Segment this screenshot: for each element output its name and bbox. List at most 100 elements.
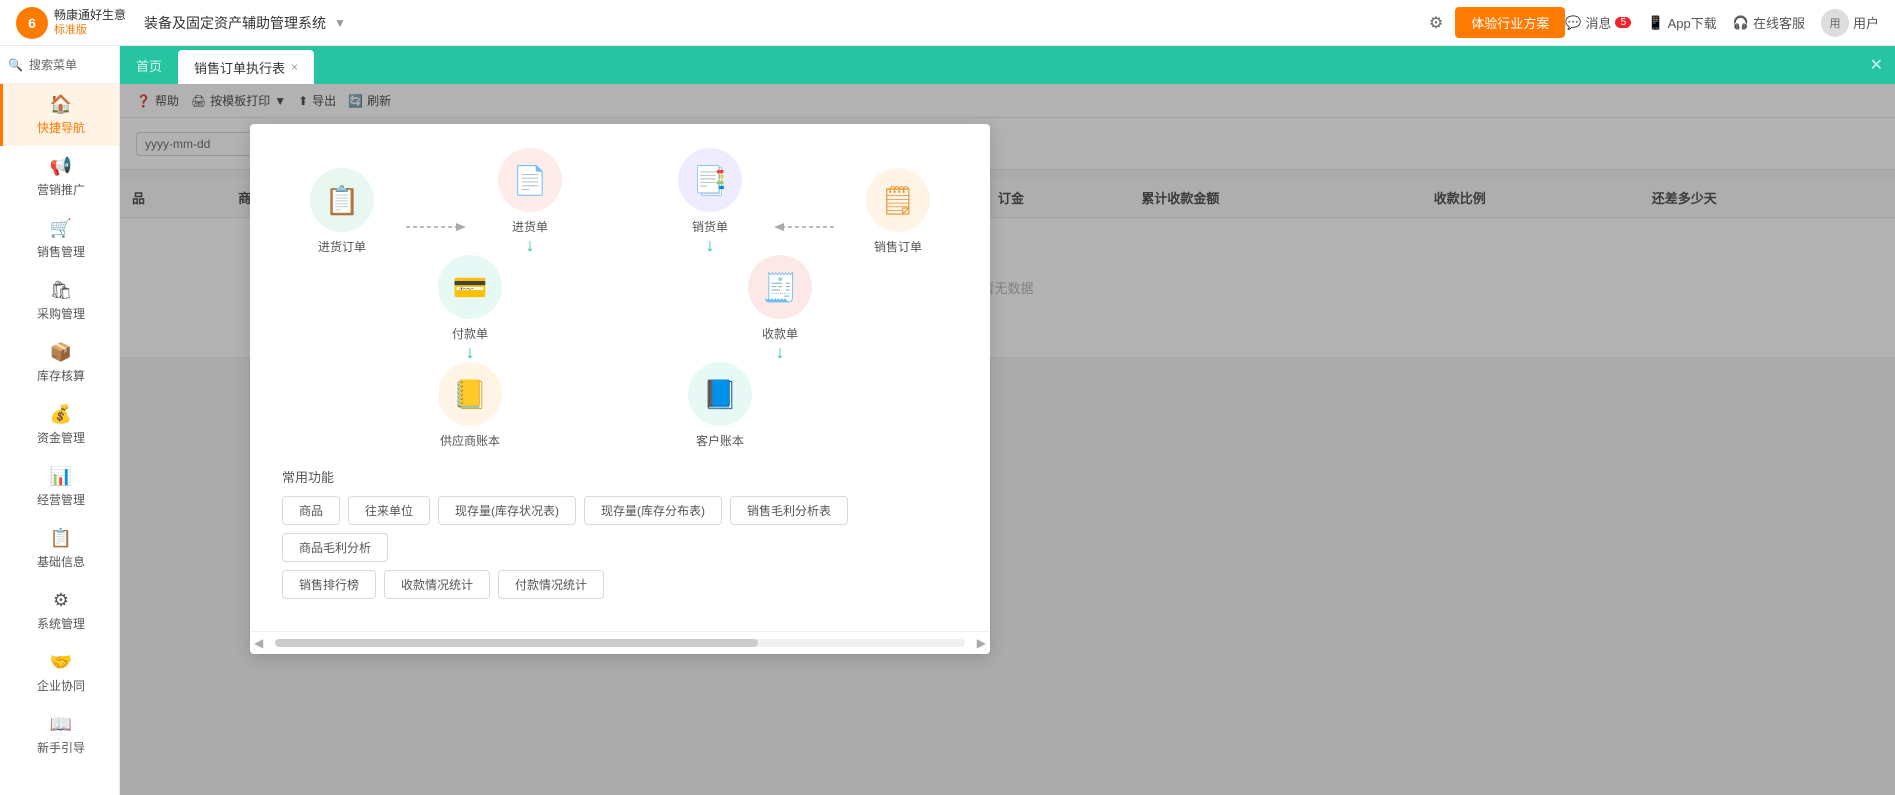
func-btn-receipt-stats[interactable]: 收款情况统计 bbox=[384, 570, 490, 599]
sidebar-item-operations[interactable]: 📊 经营管理 bbox=[0, 456, 119, 518]
content-area: 首页 销售订单执行表 × ✕ ❓ 帮助 🖨 按模板打印 ▼ bbox=[120, 46, 1895, 795]
system-title-arrow[interactable]: ▼ bbox=[334, 16, 346, 30]
tab-bar: 首页 销售订单执行表 × ✕ bbox=[120, 46, 1895, 84]
payment-circle: 💳 bbox=[438, 255, 502, 319]
func-btn-stock-status[interactable]: 现存量(库存状况表) bbox=[438, 496, 576, 525]
arrow-receipt-down: ↓ bbox=[776, 342, 785, 362]
flow-col-purchase-receipt: 📄 进货单 ↓ bbox=[470, 148, 590, 255]
func-btns-row1: 商品 往来单位 现存量(库存状况表) 现存量(库存分布表) 销售毛利分析表 商品… bbox=[282, 496, 958, 562]
flow-node-supplier-ledger[interactable]: 📒 供应商账本 bbox=[410, 362, 530, 449]
func-btn-sales-gross[interactable]: 销售毛利分析表 bbox=[730, 496, 848, 525]
func-btn-stock-distribution[interactable]: 现存量(库存分布表) bbox=[584, 496, 722, 525]
flow-col-payment: 💳 付款单 ↓ bbox=[410, 255, 530, 362]
scroll-left-icon[interactable]: ◀ bbox=[250, 636, 267, 650]
arrow-payment-down: ↓ bbox=[466, 342, 475, 362]
flow-node-purchase-order[interactable]: 📋 进货订单 bbox=[282, 168, 402, 255]
func-btn-product[interactable]: 商品 bbox=[282, 496, 340, 525]
common-funcs-title: 常用功能 bbox=[282, 467, 958, 486]
scroll-right-icon[interactable]: ▶ bbox=[973, 636, 990, 650]
sidebar-item-guide[interactable]: 📖 新手引导 bbox=[0, 704, 119, 766]
close-all-icon[interactable]: ✕ bbox=[1870, 57, 1883, 74]
logo-text: 畅康通好生意 标准版 bbox=[54, 8, 126, 38]
search-icon: 🔍 bbox=[8, 58, 23, 72]
main-layout: 🔍 搜索菜单 🏠 快捷导航 📢 营销推广 🛒 销售管理 🛍 采购管理 📦 库存核… bbox=[0, 46, 1895, 795]
tab-sales-order[interactable]: 销售订单执行表 × bbox=[178, 50, 314, 84]
user-button[interactable]: 用 用户 bbox=[1821, 9, 1879, 37]
customer-ledger-circle: 📘 bbox=[688, 362, 752, 426]
flow-node-receipt[interactable]: 🧾 收款单 bbox=[720, 255, 840, 342]
flow-col-sales-order: 🗒 销售订单 bbox=[838, 168, 958, 255]
modal-content: 📋 进货订单 bbox=[250, 124, 990, 631]
message-label: 消息 bbox=[1585, 13, 1611, 32]
operations-icon: 📊 bbox=[50, 466, 72, 487]
sales-bill-label: 销货单 bbox=[692, 218, 728, 235]
marketing-icon: 📢 bbox=[50, 156, 72, 177]
sidebar-item-basic-info[interactable]: 📋 基础信息 bbox=[0, 518, 119, 580]
sales-icon: 🛒 bbox=[50, 218, 72, 239]
flow-node-sales-order[interactable]: 🗒 销售订单 bbox=[838, 168, 958, 255]
app-icon: 📱 bbox=[1647, 15, 1663, 31]
flow-diagram: 📋 进货订单 bbox=[282, 148, 958, 449]
receipt-circle: 🧾 bbox=[748, 255, 812, 319]
sidebar-item-purchase[interactable]: 🛍 采购管理 bbox=[0, 270, 119, 332]
flow-node-payment[interactable]: 💳 付款单 bbox=[410, 255, 530, 342]
receipt-label: 收款单 bbox=[762, 325, 798, 342]
modal-scrollbar: ◀ ▶ bbox=[250, 631, 990, 654]
func-btns-row2: 销售排行榜 收款情况统计 付款情况统计 bbox=[282, 570, 958, 599]
top-header: 6 畅康通好生意 标准版 装备及固定资产辅助管理系统 ▼ ⚙ 体验行业方案 💬 … bbox=[0, 0, 1895, 46]
sidebar-item-cooperation[interactable]: 🤝 企业协同 bbox=[0, 642, 119, 704]
func-btn-payment-stats[interactable]: 付款情况统计 bbox=[498, 570, 604, 599]
arrow-purchase-receipt-down: ↓ bbox=[526, 235, 535, 255]
logo-icon: 6 bbox=[16, 7, 48, 39]
system-icon: ⚙ bbox=[53, 590, 69, 611]
sidebar-item-marketing[interactable]: 📢 营销推广 bbox=[0, 146, 119, 208]
purchase-order-circle: 📋 bbox=[310, 168, 374, 232]
flow-node-sales-bill[interactable]: 📑 销货单 bbox=[650, 148, 770, 235]
avatar: 用 bbox=[1821, 9, 1849, 37]
logo-area: 6 畅康通好生意 标准版 bbox=[16, 7, 136, 39]
sidebar-item-system[interactable]: ⚙ 系统管理 bbox=[0, 580, 119, 642]
arrow-sales-order-to-bill bbox=[774, 219, 834, 235]
service-icon: 🎧 bbox=[1733, 15, 1749, 31]
settings-icon[interactable]: ⚙ bbox=[1429, 13, 1443, 33]
customer-ledger-label: 客户账本 bbox=[696, 432, 744, 449]
quick-guide-modal: 📋 进货订单 bbox=[250, 124, 990, 654]
payment-label: 付款单 bbox=[452, 325, 488, 342]
funds-icon: 💰 bbox=[50, 404, 72, 425]
sidebar-item-sales[interactable]: 🛒 销售管理 bbox=[0, 208, 119, 270]
scrollbar-track[interactable] bbox=[275, 639, 965, 647]
func-btn-partner[interactable]: 往来单位 bbox=[348, 496, 430, 525]
message-button[interactable]: 💬 消息 5 bbox=[1565, 13, 1631, 32]
online-service-button[interactable]: 🎧 在线客服 bbox=[1733, 13, 1805, 32]
system-title-area: 装备及固定资产辅助管理系统 ▼ bbox=[144, 13, 1429, 33]
message-icon: 💬 bbox=[1565, 15, 1581, 31]
inventory-icon: 📦 bbox=[50, 342, 72, 363]
arrow-sales-bill-down: ↓ bbox=[706, 235, 715, 255]
trial-button[interactable]: 体验行业方案 bbox=[1455, 7, 1565, 38]
sales-order-circle: 🗒 bbox=[866, 168, 930, 232]
sidebar-item-funds[interactable]: 💰 资金管理 bbox=[0, 394, 119, 456]
message-badge: 5 bbox=[1615, 17, 1631, 28]
sidebar-item-quick-nav[interactable]: 🏠 快捷导航 bbox=[0, 84, 119, 146]
tab-close-icon[interactable]: × bbox=[291, 60, 298, 74]
supplier-ledger-circle: 📒 bbox=[438, 362, 502, 426]
sidebar-search[interactable]: 🔍 搜索菜单 bbox=[0, 46, 119, 84]
sidebar-item-inventory[interactable]: 📦 库存核算 bbox=[0, 332, 119, 394]
flow-col-sales-bill: 📑 销货单 ↓ bbox=[650, 148, 770, 255]
app-download-button[interactable]: 📱 App下载 bbox=[1647, 13, 1716, 32]
flow-node-purchase-receipt[interactable]: 📄 进货单 bbox=[470, 148, 590, 235]
arrow-purchase-order-to-receipt bbox=[406, 219, 466, 235]
tab-bar-right: ✕ bbox=[1870, 55, 1895, 75]
func-btn-sales-rank[interactable]: 销售排行榜 bbox=[282, 570, 376, 599]
purchase-receipt-label: 进货单 bbox=[512, 218, 548, 235]
tab-home[interactable]: 首页 bbox=[120, 46, 178, 84]
flow-col-purchase: 📋 进货订单 bbox=[282, 168, 402, 255]
sales-bill-circle: 📑 bbox=[678, 148, 742, 212]
flow-node-customer-ledger[interactable]: 📘 客户账本 bbox=[660, 362, 780, 449]
quick-nav-icon: 🏠 bbox=[50, 94, 72, 115]
supplier-ledger-label: 供应商账本 bbox=[440, 432, 500, 449]
sidebar: 🔍 搜索菜单 🏠 快捷导航 📢 营销推广 🛒 销售管理 🛍 采购管理 📦 库存核… bbox=[0, 46, 120, 795]
purchase-order-label: 进货订单 bbox=[318, 238, 366, 255]
guide-icon: 📖 bbox=[50, 714, 72, 735]
func-btn-product-gross[interactable]: 商品毛利分析 bbox=[282, 533, 388, 562]
